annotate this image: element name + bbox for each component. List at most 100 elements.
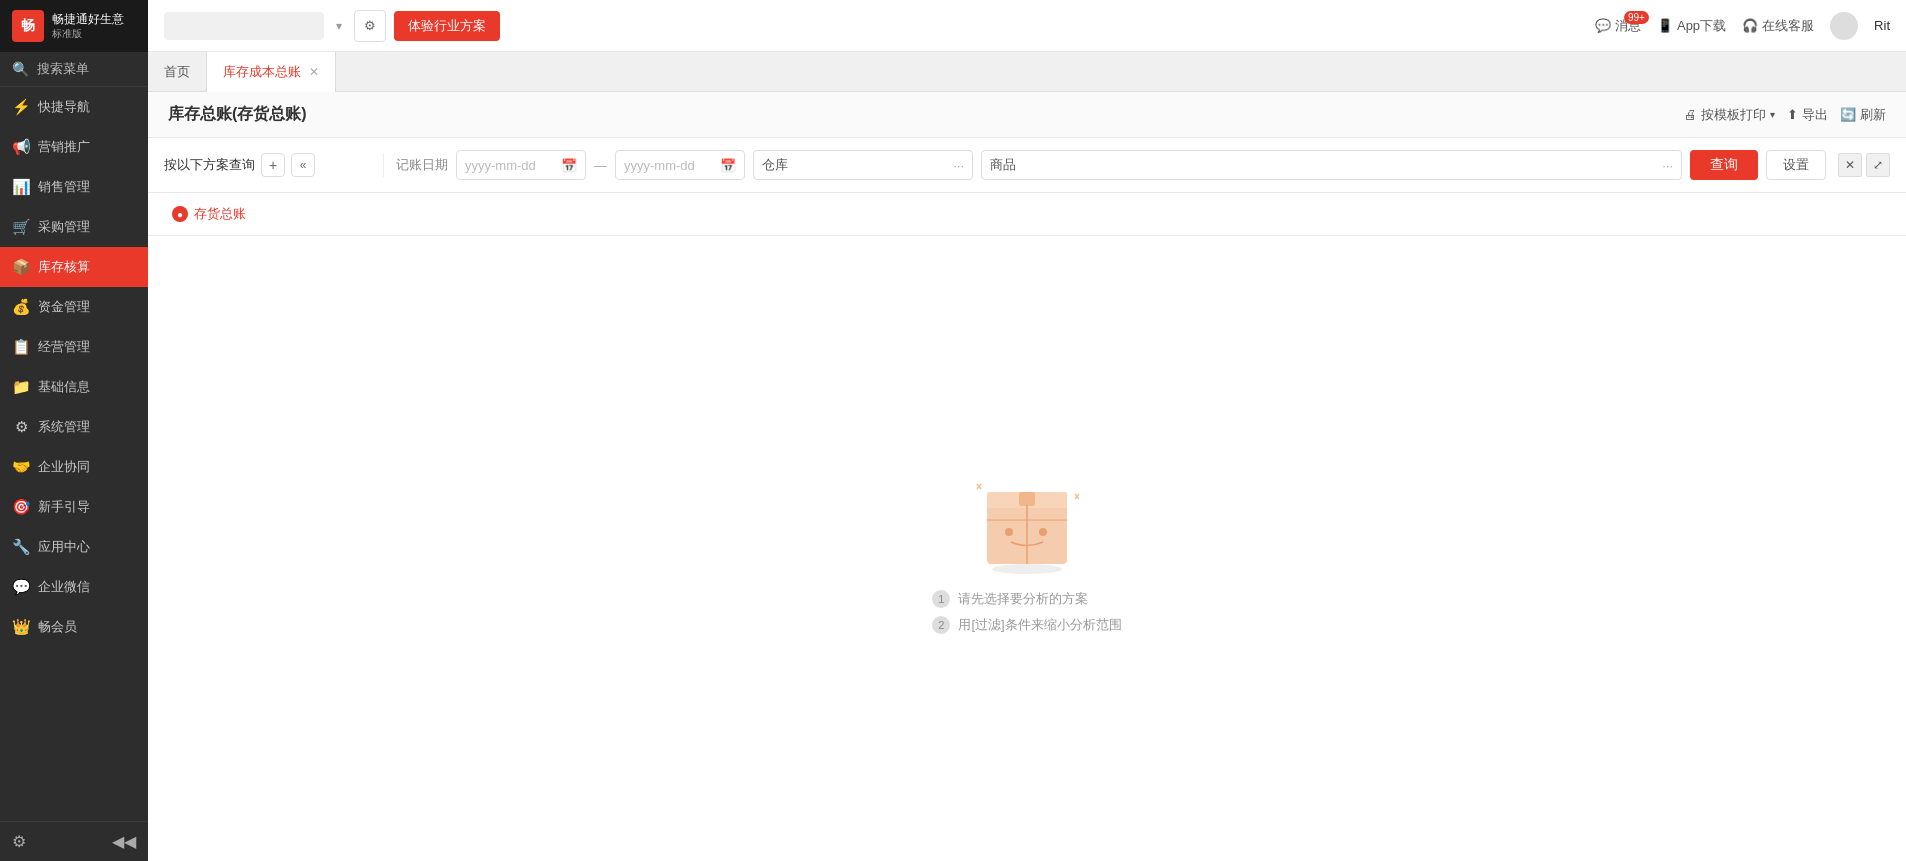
refresh-label: 刷新 — [1860, 106, 1886, 124]
empty-hint-2: 2 用[过滤]条件来缩小分析范围 — [932, 616, 1121, 634]
sidebar-item-operations[interactable]: 📋 经营管理 — [0, 327, 148, 367]
printer-icon: 🖨 — [1684, 107, 1697, 122]
empty-hints: 1 请先选择要分析的方案 2 用[过滤]条件来缩小分析范围 — [932, 590, 1121, 634]
marketing-icon: 📢 — [12, 138, 30, 156]
date-to-input[interactable]: yyyy-mm-dd 📅 — [615, 150, 745, 180]
hint-text-2: 用[过滤]条件来缩小分析范围 — [958, 616, 1121, 634]
search-icon: 🔍 — [12, 61, 29, 77]
sidebar-item-label: 畅会员 — [38, 618, 77, 636]
dropdown-icon: ▾ — [1770, 109, 1775, 120]
date-label: 记账日期 — [396, 156, 448, 174]
tab-inventory-cost[interactable]: 库存成本总账 ✕ — [207, 52, 336, 92]
search-button[interactable]: 查询 — [1690, 150, 1758, 180]
scheme-item[interactable]: ● 存货总账 — [164, 201, 254, 227]
panel-control-buttons: ✕ ⤢ — [1838, 153, 1890, 177]
user-avatar[interactable] — [1830, 12, 1858, 40]
message-icon: 💬 — [1595, 18, 1611, 33]
goods-more-icon: ··· — [1662, 158, 1673, 173]
sidebar-item-member[interactable]: 👑 畅会员 — [0, 607, 148, 647]
phone-icon: 📱 — [1657, 18, 1673, 33]
app-download-button[interactable]: 📱 App下载 — [1657, 17, 1726, 35]
page-header: 库存总账(存货总账) 🖨 按模板打印 ▾ ⬆ 导出 🔄 刷新 — [148, 92, 1906, 138]
search-menu-label: 搜索菜单 — [37, 60, 89, 78]
sidebar-item-label: 新手引导 — [38, 498, 90, 516]
sidebar-item-label: 企业微信 — [38, 578, 90, 596]
sidebar-item-label: 采购管理 — [38, 218, 90, 236]
sidebar-settings-button[interactable]: ⚙ — [12, 832, 26, 851]
page-title: 库存总账(存货总账) — [168, 104, 307, 125]
goods-select[interactable]: 商品 ··· — [981, 150, 1682, 180]
filter-add-button[interactable]: + — [261, 153, 285, 177]
calendar-from-icon[interactable]: 📅 — [561, 158, 577, 173]
headset-icon: 🎧 — [1742, 18, 1758, 33]
date-to-placeholder: yyyy-mm-dd — [624, 158, 695, 173]
empty-state: 1 请先选择要分析的方案 2 用[过滤]条件来缩小分析范围 — [148, 236, 1906, 861]
topbar: ▾ ⚙ 体验行业方案 💬 消息 99+ 📱 App下载 🎧 在线客服 Rit — [148, 0, 1906, 52]
refresh-icon: 🔄 — [1840, 107, 1856, 122]
sidebar-item-basic[interactable]: 📁 基础信息 — [0, 367, 148, 407]
filter-collapse-button[interactable]: « — [291, 153, 315, 177]
print-template-button[interactable]: 🖨 按模板打印 ▾ — [1684, 106, 1775, 124]
empty-hint-1: 1 请先选择要分析的方案 — [932, 590, 1121, 608]
nav-placeholder — [164, 12, 324, 40]
tab-home[interactable]: 首页 — [148, 52, 207, 92]
sidebar-bottom: ⚙ ◀◀ — [0, 821, 148, 861]
print-template-label: 按模板打印 — [1701, 106, 1766, 124]
export-button[interactable]: ⬆ 导出 — [1787, 106, 1828, 124]
search-menu[interactable]: 🔍 搜索菜单 — [0, 52, 148, 87]
date-from-input[interactable]: yyyy-mm-dd 📅 — [456, 150, 586, 180]
filter-label: 按以下方案查询 — [164, 156, 255, 174]
sidebar-item-enterprise[interactable]: 🤝 企业协同 — [0, 447, 148, 487]
sidebar-item-label: 库存核算 — [38, 258, 90, 276]
hint-text-1: 请先选择要分析的方案 — [958, 590, 1088, 608]
online-support-button[interactable]: 🎧 在线客服 — [1742, 17, 1814, 35]
sidebar-item-label: 企业协同 — [38, 458, 90, 476]
inventory-icon: 📦 — [12, 258, 30, 276]
sidebar-item-system[interactable]: ⚙ 系统管理 — [0, 407, 148, 447]
sidebar-item-inventory[interactable]: 📦 库存核算 — [0, 247, 148, 287]
sidebar-item-newbie[interactable]: 🎯 新手引导 — [0, 487, 148, 527]
messages-badge: 99+ — [1624, 11, 1649, 24]
sidebar-item-marketing[interactable]: 📢 营销推广 — [0, 127, 148, 167]
app-download-label: App下载 — [1677, 17, 1726, 35]
user-name[interactable]: Rit — [1874, 18, 1890, 33]
sidebar-item-label: 基础信息 — [38, 378, 90, 396]
svg-point-5 — [1005, 528, 1013, 536]
goods-label: 商品 — [990, 156, 1016, 174]
sidebar-item-purchase[interactable]: 🛒 采购管理 — [0, 207, 148, 247]
hint-num-1: 1 — [932, 590, 950, 608]
sales-icon: 📊 — [12, 178, 30, 196]
calendar-to-icon[interactable]: 📅 — [720, 158, 736, 173]
sidebar-item-label: 营销推广 — [38, 138, 90, 156]
panel-close-button[interactable]: ✕ — [1838, 153, 1862, 177]
tab-close-icon[interactable]: ✕ — [309, 65, 319, 79]
warehouse-select[interactable]: 仓库 ··· — [753, 150, 973, 180]
header-actions: 🖨 按模板打印 ▾ ⬆ 导出 🔄 刷新 — [1684, 106, 1886, 124]
industry-solution-button[interactable]: 体验行业方案 — [394, 11, 500, 41]
app-logo: 畅 畅捷通好生意 标准版 — [0, 0, 148, 52]
panel-expand-button[interactable]: ⤢ — [1866, 153, 1890, 177]
sidebar-item-apps[interactable]: 🔧 应用中心 — [0, 527, 148, 567]
sidebar-item-quick-nav[interactable]: ⚡ 快捷导航 — [0, 87, 148, 127]
tab-inventory-cost-label: 库存成本总账 — [223, 63, 301, 81]
gear-icon: ⚙ — [364, 18, 376, 33]
sidebar-item-label: 应用中心 — [38, 538, 90, 556]
wechat-icon: 💬 — [12, 578, 30, 596]
tabbar: 首页 库存成本总账 ✕ — [148, 52, 1906, 92]
sidebar-collapse-button[interactable]: ◀◀ — [112, 832, 136, 851]
settings-button[interactable]: 设置 — [1766, 150, 1826, 180]
messages-button[interactable]: 💬 消息 99+ — [1595, 17, 1641, 35]
export-icon: ⬆ — [1787, 107, 1798, 122]
sidebar-item-sales[interactable]: 📊 销售管理 — [0, 167, 148, 207]
refresh-button[interactable]: 🔄 刷新 — [1840, 106, 1886, 124]
sidebar-item-finance[interactable]: 💰 资金管理 — [0, 287, 148, 327]
topbar-settings-button[interactable]: ⚙ — [354, 10, 386, 42]
sidebar-item-wechat[interactable]: 💬 企业微信 — [0, 567, 148, 607]
member-icon: 👑 — [12, 618, 30, 636]
newbie-icon: 🎯 — [12, 498, 30, 516]
sidebar-item-label: 资金管理 — [38, 298, 90, 316]
online-support-label: 在线客服 — [1762, 17, 1814, 35]
date-from-placeholder: yyyy-mm-dd — [465, 158, 536, 173]
sidebar-item-label: 系统管理 — [38, 418, 90, 436]
svg-point-7 — [992, 564, 1062, 574]
